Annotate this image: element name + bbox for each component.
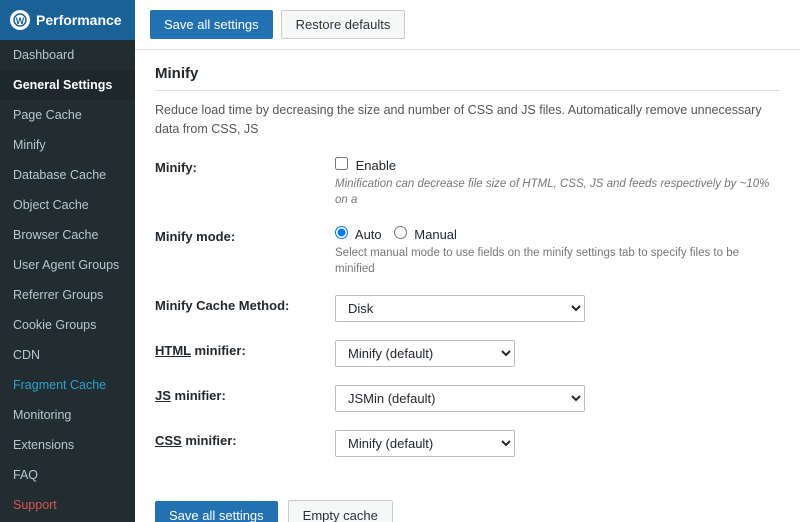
html-minifier-select[interactable]: Minify (default) HTML Tidy None <box>335 340 515 367</box>
sidebar-item-database-cache[interactable]: Database Cache <box>0 160 135 190</box>
minify-enable-value: Enable Minification can decrease file si… <box>335 157 780 208</box>
sidebar-item-extensions[interactable]: Extensions <box>0 430 135 460</box>
sidebar-item-browser-cache[interactable]: Browser Cache <box>0 220 135 250</box>
html-minifier-label: HTML minifier: <box>155 340 315 358</box>
js-minifier-label: JS minifier: <box>155 385 315 403</box>
sidebar: W Performance Dashboard General Settings… <box>0 0 135 522</box>
sidebar-item-cookie-groups[interactable]: Cookie Groups <box>0 310 135 340</box>
minify-mode-radio-group: Auto Manual <box>335 226 780 242</box>
sidebar-item-minify[interactable]: Minify <box>0 130 135 160</box>
js-minifier-value: JSMin (default) Closure Compiler (local)… <box>335 385 780 412</box>
minify-enable-label: Minify: <box>155 157 315 175</box>
minify-mode-manual-radio[interactable] <box>394 226 407 239</box>
minify-mode-auto-label[interactable]: Auto <box>335 226 382 242</box>
sidebar-item-monitoring[interactable]: Monitoring <box>0 400 135 430</box>
minify-mode-manual-label[interactable]: Manual <box>394 226 457 242</box>
settings-content: Minify Reduce load time by decreasing th… <box>135 50 800 490</box>
css-minifier-row: CSS minifier: Minify (default) CSSTidy N… <box>155 430 780 457</box>
svg-text:W: W <box>16 16 25 26</box>
html-minifier-value: Minify (default) HTML Tidy None <box>335 340 780 367</box>
minify-mode-auto-radio[interactable] <box>335 226 348 239</box>
minify-mode-row: Minify mode: Auto Manual Select manual m… <box>155 226 780 277</box>
minify-enable-row: Minify: Enable Minification can decrease… <box>155 157 780 208</box>
sidebar-item-general-settings[interactable]: General Settings <box>0 70 135 100</box>
section-description: Reduce load time by decreasing the size … <box>155 101 780 139</box>
js-minifier-row: JS minifier: JSMin (default) Closure Com… <box>155 385 780 412</box>
empty-cache-button[interactable]: Empty cache <box>288 500 393 522</box>
css-minifier-select[interactable]: Minify (default) CSSTidy None <box>335 430 515 457</box>
top-restore-button[interactable]: Restore defaults <box>281 10 406 39</box>
minify-mode-value: Auto Manual Select manual mode to use fi… <box>335 226 780 277</box>
section-title: Minify <box>155 65 780 91</box>
css-minifier-label: CSS minifier: <box>155 430 315 448</box>
minify-cache-method-row: Minify Cache Method: Disk Disk (enhanced… <box>155 295 780 322</box>
minify-mode-label: Minify mode: <box>155 226 315 244</box>
sidebar-item-fragment-cache[interactable]: Fragment Cache <box>0 370 135 400</box>
sidebar-item-page-cache[interactable]: Page Cache <box>0 100 135 130</box>
minify-enable-hint: Minification can decrease file size of H… <box>335 176 780 208</box>
sidebar-item-support[interactable]: Support <box>0 490 135 520</box>
bottom-buttons-bar: Save all settings Empty cache <box>135 490 800 522</box>
minify-cache-method-value: Disk Disk (enhanced) Memcache Database <box>335 295 780 322</box>
minify-mode-hint: Select manual mode to use fields on the … <box>335 245 780 277</box>
logo-icon: W <box>10 10 30 30</box>
js-minifier-select[interactable]: JSMin (default) Closure Compiler (local)… <box>335 385 585 412</box>
minify-enable-checkbox[interactable] <box>335 157 348 170</box>
minify-cache-method-label: Minify Cache Method: <box>155 295 315 313</box>
minify-enable-checkbox-label[interactable]: Enable <box>335 158 396 173</box>
top-buttons-bar: Save all settings Restore defaults <box>135 0 800 50</box>
sidebar-title: Performance <box>36 12 122 28</box>
html-minifier-row: HTML minifier: Minify (default) HTML Tid… <box>155 340 780 367</box>
sidebar-item-cdn[interactable]: CDN <box>0 340 135 370</box>
sidebar-item-dashboard[interactable]: Dashboard <box>0 40 135 70</box>
sidebar-item-user-agent-groups[interactable]: User Agent Groups <box>0 250 135 280</box>
top-save-button[interactable]: Save all settings <box>150 10 273 39</box>
sidebar-item-faq[interactable]: FAQ <box>0 460 135 490</box>
main-content: Save all settings Restore defaults Minif… <box>135 0 800 522</box>
save-all-button[interactable]: Save all settings <box>155 501 278 522</box>
sidebar-header[interactable]: W Performance <box>0 0 135 40</box>
sidebar-item-referrer-groups[interactable]: Referrer Groups <box>0 280 135 310</box>
css-minifier-value: Minify (default) CSSTidy None <box>335 430 780 457</box>
minify-cache-method-select[interactable]: Disk Disk (enhanced) Memcache Database <box>335 295 585 322</box>
sidebar-item-object-cache[interactable]: Object Cache <box>0 190 135 220</box>
